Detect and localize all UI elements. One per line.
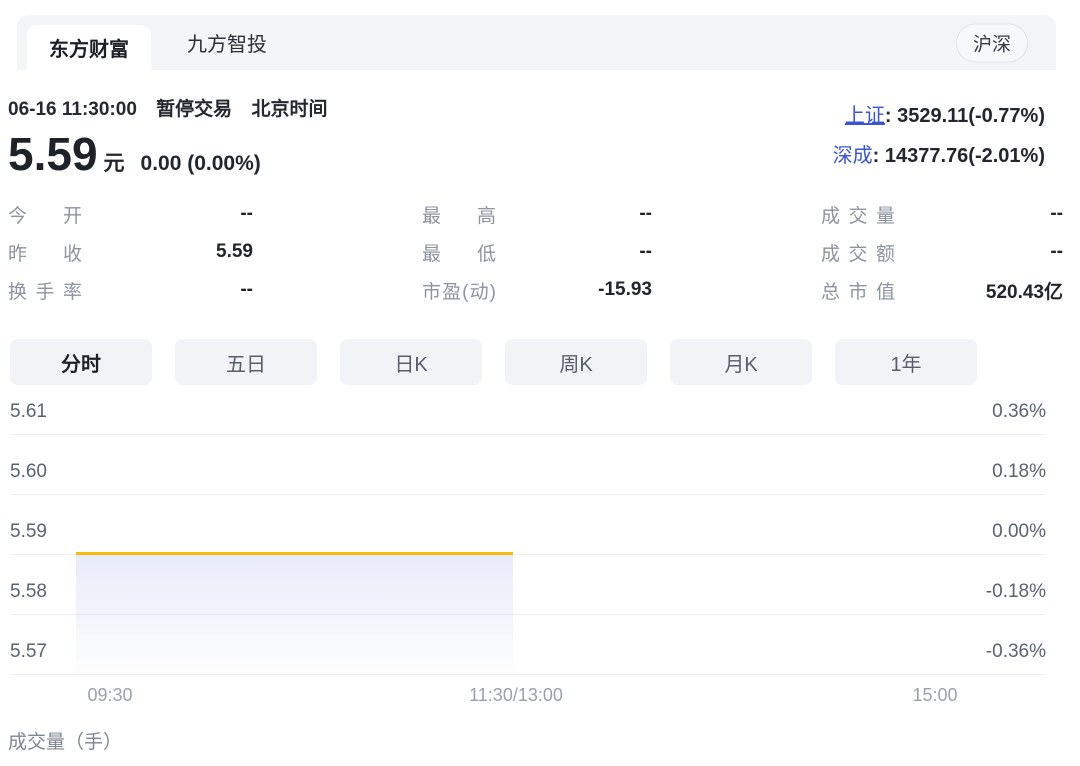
y-axis-percent-label: 0.00%	[992, 521, 1046, 543]
stat-label: 成交量	[821, 201, 895, 228]
stat-prev-close: 昨收 5.59	[8, 233, 253, 271]
stat-value: --	[496, 241, 652, 263]
current-price: 5.59	[8, 127, 98, 181]
quote-header: 06-16 11:30:00 暂停交易 北京时间 5.59 元 0.00 (0.…	[0, 70, 1080, 181]
y-axis-price-label: 5.60	[10, 461, 47, 483]
stats-col-1: 今开 -- 昨收 5.59 换手率 --	[8, 195, 253, 309]
period-tab-5day[interactable]: 五日	[175, 339, 317, 385]
y-axis-price-label: 5.61	[10, 401, 47, 423]
index-sep: :	[873, 145, 880, 167]
index-shenzhen-link[interactable]: 深成	[833, 145, 873, 167]
stat-market-cap: 总市值 520.43亿	[821, 271, 1063, 309]
index-shanghai-value: 3529.11(-0.77%)	[897, 105, 1045, 127]
stat-amount: 成交额 --	[821, 233, 1063, 271]
quote-timezone: 北京时间	[251, 99, 327, 120]
y-axis-price-label: 5.57	[10, 641, 47, 663]
quote-left: 06-16 11:30:00 暂停交易 北京时间 5.59 元 0.00 (0.…	[8, 94, 341, 181]
stat-label: 今开	[8, 201, 82, 228]
source-tabbar: 东方财富 九方智投 沪深	[17, 15, 1056, 70]
stats-grid: 今开 -- 昨收 5.59 换手率 -- 最高 -- 最低 -- 市盈(动) -…	[0, 181, 1080, 309]
stat-value: 520.43亿	[895, 277, 1063, 304]
price-unit: 元	[104, 147, 125, 177]
chart-price-line	[76, 552, 513, 555]
index-shenzhen: 深成: 14377.76(-2.01%)	[833, 136, 1045, 176]
stat-value: --	[496, 203, 652, 225]
index-summary: 上证: 3529.11(-0.77%) 深成: 14377.76(-2.01%)	[833, 94, 1045, 181]
quote-dateline: 06-16 11:30:00 暂停交易 北京时间	[8, 94, 341, 121]
stat-label: 换手率	[8, 277, 82, 304]
stat-today-open: 今开 --	[8, 195, 253, 233]
y-axis-price-label: 5.59	[10, 521, 47, 543]
stat-value: --	[895, 203, 1063, 225]
tab-jiufangzhitou[interactable]: 九方智投	[187, 28, 267, 57]
price-change: 0.00 (0.00%)	[141, 152, 261, 176]
stat-pe-ratio: 市盈(动) -15.93	[422, 271, 652, 309]
stat-label: 总市值	[821, 277, 895, 304]
period-tab-weekly[interactable]: 周K	[505, 339, 647, 385]
period-tab-1year[interactable]: 1年	[835, 339, 977, 385]
chart-area-fill	[76, 555, 513, 675]
stat-low: 最低 --	[422, 233, 652, 271]
y-axis-percent-label: -0.36%	[986, 641, 1046, 663]
stats-col-2: 最高 -- 最低 -- 市盈(动) -15.93	[422, 195, 652, 309]
period-tab-intraday[interactable]: 分时	[10, 339, 152, 385]
index-shanghai-link[interactable]: 上证	[845, 105, 885, 127]
y-axis-percent-label: -0.18%	[986, 581, 1046, 603]
y-axis-percent-label: 0.18%	[992, 461, 1046, 483]
stat-turnover-rate: 换手率 --	[8, 271, 253, 309]
stat-high: 最高 --	[422, 195, 652, 233]
chart-x-axis: 09:30 11:30/13:00 15:00	[10, 675, 1046, 715]
stat-label: 昨收	[8, 239, 82, 266]
market-badge-hushen[interactable]: 沪深	[956, 23, 1028, 62]
index-shenzhen-value: 14377.76(-2.01%)	[885, 145, 1045, 167]
y-axis-price-label: 5.58	[10, 581, 47, 603]
stat-label: 成交额	[821, 239, 895, 266]
stat-label: 最高	[422, 201, 496, 228]
stat-value: 5.59	[82, 241, 253, 263]
volume-section-label: 成交量（手）	[8, 727, 1080, 754]
stat-label: 市盈(动)	[422, 277, 496, 304]
x-tick-0930: 09:30	[87, 685, 132, 706]
stat-value: -15.93	[496, 279, 652, 301]
x-tick-1500: 15:00	[912, 685, 957, 706]
quote-status: 暂停交易	[156, 99, 232, 120]
intraday-chart[interactable]: 5.61 0.36% 5.60 0.18% 5.59 0.00% 5.58 -0…	[10, 393, 1046, 715]
stat-value: --	[82, 203, 253, 225]
period-tabbar: 分时 五日 日K 周K 月K 1年	[10, 339, 1080, 385]
tab-eastmoney[interactable]: 东方财富	[27, 25, 151, 70]
period-tab-monthly[interactable]: 月K	[670, 339, 812, 385]
chart-grid-row: 5.59 0.00%	[10, 495, 1046, 555]
period-tab-daily[interactable]: 日K	[340, 339, 482, 385]
quote-priceline: 5.59 元 0.00 (0.00%)	[8, 127, 341, 181]
y-axis-percent-label: 0.36%	[992, 401, 1046, 423]
x-tick-1130-1300: 11:30/13:00	[469, 685, 563, 706]
stat-value: --	[895, 241, 1063, 263]
stat-volume: 成交量 --	[821, 195, 1063, 233]
stats-col-3: 成交量 -- 成交额 -- 总市值 520.43亿	[821, 195, 1063, 309]
index-shanghai: 上证: 3529.11(-0.77%)	[833, 96, 1045, 136]
stat-label: 最低	[422, 239, 496, 266]
chart-grid-row: 5.61 0.36%	[10, 393, 1046, 435]
stat-value: --	[82, 279, 253, 301]
index-sep: :	[885, 105, 892, 127]
quote-datetime: 06-16 11:30:00	[8, 99, 137, 120]
chart-grid-row: 5.60 0.18%	[10, 435, 1046, 495]
